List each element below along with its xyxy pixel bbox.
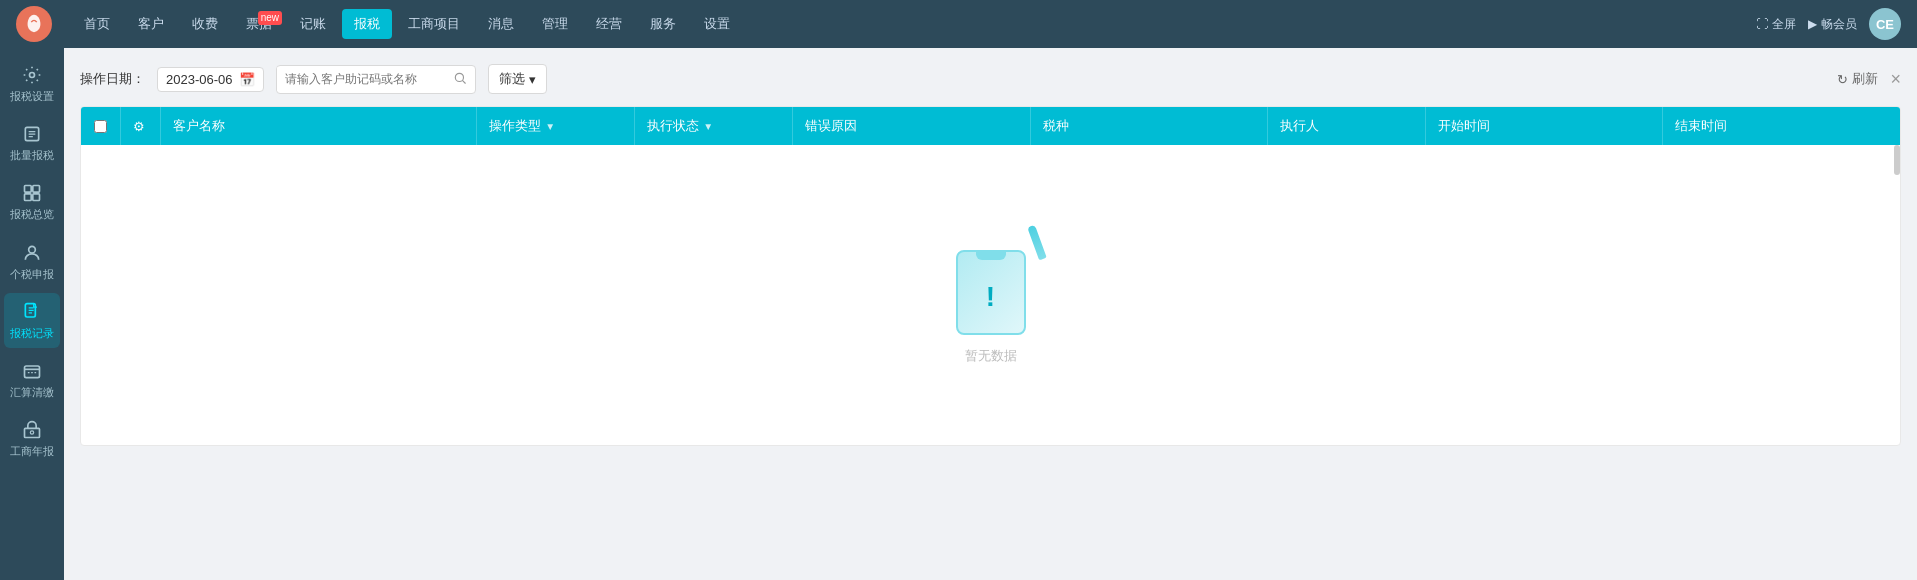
th-op-type[interactable]: 操作类型 ▼	[477, 107, 635, 145]
op-type-sort-icon: ▼	[545, 121, 555, 132]
svg-rect-4	[25, 194, 32, 201]
svg-rect-8	[25, 366, 40, 378]
nav-item-invoice[interactable]: 票据 new	[234, 9, 284, 39]
date-value: 2023-06-06	[166, 72, 233, 87]
fullscreen-button[interactable]: ⛶ 全屏	[1756, 16, 1796, 33]
table-scrollbar[interactable]	[1894, 145, 1900, 175]
table-scroll-area: ! 暂无数据	[81, 145, 1900, 445]
nav-menu: 首页 客户 收费 票据 new 记账 报税 工商项目 消息 管理 经营 服务 设…	[72, 9, 1756, 39]
sidebar-item-annual-report[interactable]: 工商年报	[4, 411, 60, 466]
settlement-label: 汇算清缴	[10, 386, 54, 399]
nav-item-service[interactable]: 服务	[638, 9, 688, 39]
svg-rect-5	[33, 194, 40, 201]
tax-record-label: 报税记录	[10, 327, 54, 340]
nav-item-industry[interactable]: 工商项目	[396, 9, 472, 39]
svg-rect-3	[33, 186, 40, 193]
tax-record-icon	[21, 301, 43, 323]
date-label: 操作日期：	[80, 70, 145, 88]
toolbar: 操作日期： 2023-06-06 📅 筛选 ▾	[80, 64, 1901, 94]
refresh-label: 刷新	[1852, 70, 1878, 88]
th-error-reason: 错误原因	[793, 107, 1030, 145]
th-customer: 客户名称	[161, 107, 477, 145]
tax-setting-label: 报税设置	[10, 90, 54, 103]
member-button[interactable]: ▶ 畅会员	[1808, 16, 1857, 33]
filter-label: 筛选	[499, 70, 525, 88]
svg-rect-2	[25, 186, 32, 193]
batch-tax-label: 批量报税	[10, 149, 54, 162]
tax-setting-icon	[21, 64, 43, 86]
settlement-icon	[21, 360, 43, 382]
sidebar-item-tax-record[interactable]: 报税记录	[4, 293, 60, 348]
svg-point-10	[30, 431, 33, 434]
personal-tax-label: 个税申报	[10, 268, 54, 281]
refresh-icon: ↻	[1837, 72, 1848, 87]
th-end-time: 结束时间	[1663, 107, 1900, 145]
batch-tax-icon	[21, 123, 43, 145]
select-all-checkbox[interactable]	[94, 120, 107, 133]
main-layout: 报税设置 批量报税 报税总览	[0, 48, 1917, 580]
exec-status-sort-icon: ▼	[703, 121, 713, 132]
clipboard-graphic: !	[956, 250, 1026, 335]
personal-tax-icon	[21, 242, 43, 264]
sidebar-item-personal-tax[interactable]: 个税申报	[4, 234, 60, 289]
nav-item-customer[interactable]: 客户	[126, 9, 176, 39]
tax-summary-icon	[21, 182, 43, 204]
main-content: 操作日期： 2023-06-06 📅 筛选 ▾	[64, 48, 1917, 580]
nav-item-setting[interactable]: 设置	[692, 9, 742, 39]
date-picker[interactable]: 2023-06-06 📅	[157, 67, 264, 92]
sidebar-item-tax-setting[interactable]: 报税设置	[4, 56, 60, 111]
sidebar-item-tax-summary[interactable]: 报税总览	[4, 174, 60, 229]
th-start-time: 开始时间	[1426, 107, 1663, 145]
search-button[interactable]	[445, 66, 475, 93]
th-setting[interactable]: ⚙	[121, 107, 161, 145]
th-executor: 执行人	[1268, 107, 1426, 145]
data-table: ⚙ 客户名称 操作类型 ▼ 执行状态 ▼ 错误原因 税种	[80, 106, 1901, 446]
top-navigation: 首页 客户 收费 票据 new 记账 报税 工商项目 消息 管理 经营 服务 设…	[0, 0, 1917, 48]
sidebar-item-batch-tax[interactable]: 批量报税	[4, 115, 60, 170]
th-exec-status[interactable]: 执行状态 ▼	[635, 107, 793, 145]
nav-item-home[interactable]: 首页	[72, 9, 122, 39]
fullscreen-icon: ⛶	[1756, 17, 1768, 31]
empty-text: 暂无数据	[965, 347, 1017, 365]
annual-report-label: 工商年报	[10, 445, 54, 458]
calendar-icon: 📅	[239, 72, 255, 87]
sidebar: 报税设置 批量报税 报税总览	[0, 48, 64, 580]
th-tax-type: 税种	[1031, 107, 1268, 145]
empty-state: ! 暂无数据	[941, 225, 1041, 365]
toolbar-right: ↻ 刷新 ×	[1837, 70, 1901, 88]
setting-icon: ⚙	[133, 119, 145, 134]
table-body: ! 暂无数据	[81, 145, 1900, 445]
empty-illustration: !	[941, 225, 1041, 335]
nav-item-account[interactable]: 记账	[288, 9, 338, 39]
filter-chevron-icon: ▾	[529, 72, 536, 87]
avatar[interactable]: CE	[1869, 8, 1901, 40]
refresh-button[interactable]: ↻ 刷新	[1837, 70, 1878, 88]
nav-item-tax[interactable]: 报税	[342, 9, 392, 39]
exclamation-mark: !	[986, 281, 995, 313]
nav-item-fee[interactable]: 收费	[180, 9, 230, 39]
new-badge: new	[258, 11, 282, 25]
sidebar-item-settlement[interactable]: 汇算清缴	[4, 352, 60, 407]
filter-button[interactable]: 筛选 ▾	[488, 64, 547, 94]
search-box	[276, 65, 476, 94]
nav-right-actions: ⛶ 全屏 ▶ 畅会员 CE	[1756, 8, 1901, 40]
svg-point-6	[29, 246, 36, 253]
annual-report-icon	[21, 419, 43, 441]
member-icon: ▶	[1808, 17, 1817, 31]
table-header: ⚙ 客户名称 操作类型 ▼ 执行状态 ▼ 错误原因 税种	[81, 107, 1900, 145]
nav-item-message[interactable]: 消息	[476, 9, 526, 39]
nav-item-manage[interactable]: 管理	[530, 9, 580, 39]
close-button[interactable]: ×	[1890, 70, 1901, 88]
pen-decoration	[1027, 225, 1046, 261]
clipboard-top	[976, 250, 1006, 260]
nav-item-operation[interactable]: 经营	[584, 9, 634, 39]
tax-summary-label: 报税总览	[10, 208, 54, 221]
th-checkbox[interactable]	[81, 107, 121, 145]
search-input[interactable]	[277, 67, 445, 91]
svg-rect-9	[25, 428, 40, 437]
app-logo[interactable]	[16, 6, 52, 42]
svg-point-0	[30, 73, 35, 78]
